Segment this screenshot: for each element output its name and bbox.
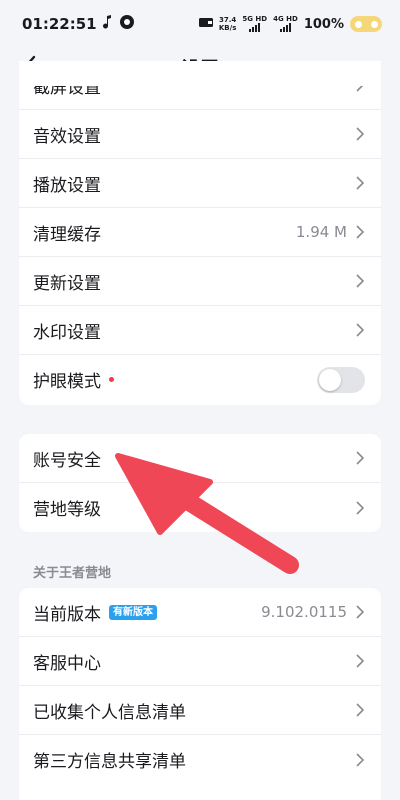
wallet-icon — [198, 17, 213, 32]
music-note-icon — [102, 15, 113, 33]
chevron-right-icon — [356, 225, 365, 239]
section-title-about: 关于王者营地 — [33, 566, 112, 581]
row-label: 播放设置 — [33, 175, 101, 196]
network-speed-value: 37.4 — [218, 16, 237, 24]
row-collected-info-list[interactable]: 已收集个人信息清单 — [19, 686, 381, 735]
settings-group-about: 当前版本 有新版本 9.102.0115 客服中心 已收集个人信息清单 第三方信… — [19, 588, 381, 800]
row-label: 水印设置 — [33, 322, 101, 343]
chevron-right-icon — [356, 176, 365, 190]
row-label: 已收集个人信息清单 — [33, 702, 186, 723]
chevron-right-icon — [356, 323, 365, 337]
chevron-right-icon — [356, 752, 365, 767]
toggle-knob — [319, 368, 341, 391]
chevron-right-icon — [356, 451, 365, 465]
row-label: 音效设置 — [33, 126, 101, 147]
cache-size-value: 1.94 M — [295, 223, 347, 241]
status-left: 01:22:51 — [22, 14, 135, 34]
sim1-signal: 5G HD — [242, 15, 267, 34]
battery-level: 100% — [303, 16, 344, 32]
row-label: 账号安全 — [33, 450, 101, 471]
chevron-right-icon — [356, 654, 365, 668]
row-label: 第三方信息共享清单 — [33, 752, 186, 772]
row-label: 营地等级 — [33, 500, 101, 520]
version-value: 9.102.0115 — [261, 603, 347, 621]
row-account-security[interactable]: 账号安全 — [19, 434, 381, 483]
row-label-wrap: 当前版本 有新版本 — [33, 600, 261, 625]
chevron-right-icon — [356, 127, 365, 141]
status-bar: 01:22:51 37.4 KB/s 5G HD 4G HD 100% — [0, 0, 400, 48]
row-sound-settings[interactable]: 音效设置 — [19, 110, 381, 159]
eye-protection-toggle[interactable] — [317, 366, 365, 393]
sim2-signal: 4G HD — [273, 15, 298, 34]
notification-badge-icon — [119, 14, 135, 34]
row-watermark-settings[interactable]: 水印设置 — [19, 306, 381, 355]
settings-group-general: 截屏设置 音效设置 播放设置 清理缓存 1.94 M 更新设置 水印设置 护眼模… — [19, 61, 381, 405]
status-time: 01:22:51 — [22, 15, 97, 33]
new-indicator-dot — [109, 377, 114, 382]
chevron-right-icon — [356, 605, 365, 619]
sim1-label: 5G HD — [242, 14, 268, 23]
row-label: 清理缓存 — [33, 224, 101, 245]
row-label-wrap: 护眼模式 — [33, 367, 317, 392]
sim1-signal-bars-icon — [249, 22, 261, 32]
new-version-badge: 有新版本 — [109, 604, 157, 620]
row-update-settings[interactable]: 更新设置 — [19, 257, 381, 306]
status-pill-icon — [350, 16, 382, 32]
row-third-party-sharing-list[interactable]: 第三方信息共享清单 — [19, 735, 381, 784]
sim2-signal-bars-icon — [279, 22, 291, 32]
row-eye-protection: 护眼模式 — [19, 355, 381, 404]
status-right: 37.4 KB/s 5G HD 4G HD 100% — [198, 15, 382, 34]
row-label: 客服中心 — [33, 653, 101, 674]
network-speed: 37.4 KB/s — [219, 16, 236, 32]
chevron-right-icon — [356, 703, 365, 717]
sim2-label: 4G HD — [273, 14, 298, 23]
row-camp-level[interactable]: 营地等级 — [19, 483, 381, 532]
network-speed-unit: KB/s — [218, 24, 237, 32]
row-label: 护眼模式 — [33, 372, 101, 392]
settings-group-account: 账号安全 营地等级 — [19, 434, 381, 532]
row-clear-cache[interactable]: 清理缓存 1.94 M — [19, 208, 381, 257]
chevron-right-icon — [356, 500, 365, 515]
chevron-right-icon — [356, 274, 365, 288]
row-label: 更新设置 — [33, 273, 101, 294]
row-playback-settings[interactable]: 播放设置 — [19, 159, 381, 208]
row-label: 当前版本 — [33, 604, 101, 625]
row-customer-service[interactable]: 客服中心 — [19, 637, 381, 686]
row-current-version[interactable]: 当前版本 有新版本 9.102.0115 — [19, 588, 381, 637]
